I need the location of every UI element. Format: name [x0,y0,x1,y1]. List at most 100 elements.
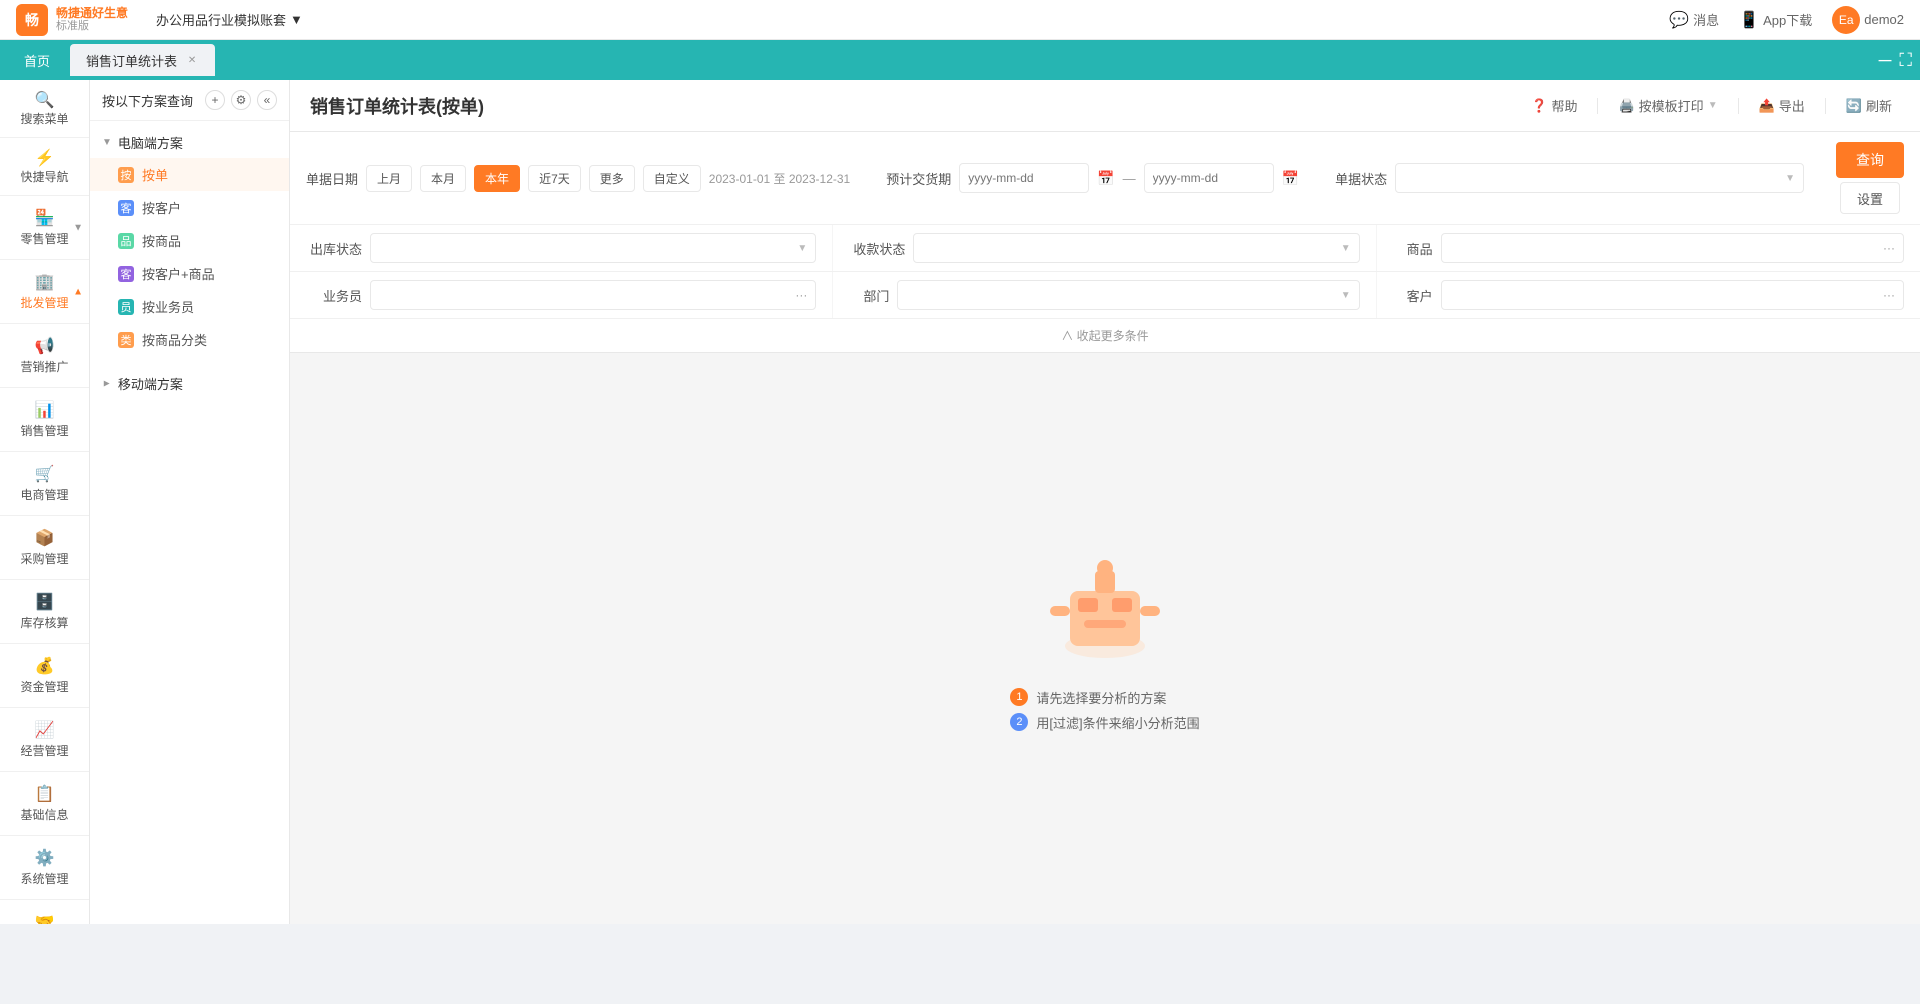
sidebar-quick-nav[interactable]: ⚡ 快捷导航 [0,138,89,196]
calendar-start-icon[interactable]: 📅 [1097,170,1114,187]
tab-home-label: 首页 [24,51,50,70]
scheme-label-product: 按商品 [142,231,181,250]
department-select[interactable]: ▼ [897,280,1359,310]
payment-status-chevron-icon: ▼ [1341,243,1351,254]
export-btn[interactable]: 📤 导出 [1751,92,1813,119]
username: demo2 [1864,12,1904,27]
delivery-status-select[interactable]: ▼ [370,233,816,263]
scheme-group-mobile-title[interactable]: ▼ 移动端方案 [90,368,289,399]
page-title: 销售订单统计表(按单) [310,93,484,119]
customer-select[interactable]: ··· [1441,280,1904,310]
sidebar-quick-label: 快捷导航 [8,168,81,185]
sidebar-ecommerce-label: 电商管理 [8,486,81,503]
scheme-panel-actions: + ⚙ « [205,90,277,110]
scheme-group-pc-title[interactable]: ▼ 电脑端方案 [90,127,289,158]
collapse-label: ∧ 收起更多条件 [1061,327,1148,344]
date-label: 单据日期 [306,169,358,188]
sidebar-item-inventory[interactable]: 🗄️ 库存核算 [0,580,89,644]
sidebar-retail-arrow: ▼ [73,222,83,233]
user-avatar-btn[interactable]: Ea demo2 [1832,6,1904,34]
product-select[interactable]: ··· [1441,233,1904,263]
sidebar-item-ecommerce[interactable]: 🛒 电商管理 [0,452,89,516]
tab-minimize-icon[interactable]: ─ [1879,50,1892,71]
scheme-item-by-salesperson[interactable]: 员 按业务员 [90,290,289,323]
divider1 [1597,98,1598,114]
collapse-row[interactable]: ∧ 收起更多条件 [290,319,1920,353]
tab-close-icon[interactable]: ✕ [185,53,199,67]
date-separator: — [1123,171,1136,186]
tab-sales-order-stats[interactable]: 销售订单统计表 ✕ [70,44,215,76]
order-status-select[interactable]: ▼ [1395,163,1804,193]
page-title-row: 销售订单统计表(按单) ❓ 帮助 🖨️ 按模板打印 ▼ [310,92,1900,119]
refresh-btn[interactable]: 🔄 刷新 [1838,92,1900,119]
date-filter-group: 单据日期 上月 本月 本年 近7天 更多 自定义 2023-01-01 至 20… [306,165,850,192]
filter-row-1: 单据日期 上月 本月 本年 近7天 更多 自定义 2023-01-01 至 20… [290,132,1920,225]
scheme-item-by-customer[interactable]: 客 按客户 [90,191,289,224]
date-btn-more[interactable]: 更多 [589,165,635,192]
message-btn[interactable]: 💬 消息 [1669,10,1719,30]
sidebar-item-enterprise[interactable]: 🤝 企业协同 [0,900,89,924]
order-status-chevron-icon: ▼ [1785,173,1795,184]
scheme-group-mobile: ▼ 移动端方案 [90,362,289,405]
help-btn[interactable]: ❓ 帮助 [1523,92,1585,119]
scheme-group-mobile-arrow-icon: ▼ [101,379,112,389]
date-btn-this-month[interactable]: 本月 [420,165,466,192]
brand-name: 畅捷通好生意 [56,6,128,20]
app-download-btn[interactable]: 📱 App下载 [1739,10,1812,30]
delivery-status-label: 出库状态 [306,239,362,258]
scheme-icon-order: 按 [118,167,134,183]
scheme-item-by-product-category[interactable]: 类 按商品分类 [90,323,289,356]
sidebar-item-retail[interactable]: 🏪 零售管理 ▼ [0,196,89,260]
department-cell: 部门 ▼ [833,272,1376,318]
payment-status-select[interactable]: ▼ [913,233,1359,263]
date-btn-this-year[interactable]: 本年 [474,165,520,192]
sidebar-item-wholesale[interactable]: 🏢 批发管理 ▲ [0,260,89,324]
tab-maximize-icon[interactable]: ⛶ [1899,50,1912,71]
sidebar-item-system[interactable]: ⚙️ 系统管理 [0,836,89,900]
date-btn-last-month[interactable]: 上月 [366,165,412,192]
scheme-item-by-product[interactable]: 品 按商品 [90,224,289,257]
date-btn-custom[interactable]: 自定义 [643,165,701,192]
sidebar-item-purchase[interactable]: 📦 采购管理 [0,516,89,580]
salesperson-select[interactable]: ··· [370,280,816,310]
header-left: 畅 畅捷通好生意 标准版 办公用品行业模拟账套 ▼ [16,4,303,36]
sidebar-item-finance[interactable]: 💰 资金管理 [0,644,89,708]
tip-1-text: 请先选择要分析的方案 [1036,688,1166,707]
query-btn[interactable]: 查询 [1836,142,1904,178]
scheme-collapse-btn[interactable]: « [257,90,277,110]
main-layout: 🔍 搜索菜单 ⚡ 快捷导航 🏪 零售管理 ▼ 🏢 批发管理 ▲ 📢 营销推广 📊… [0,80,1920,924]
expected-date-start-input[interactable] [959,163,1089,193]
collapse-btn[interactable]: ∧ 收起更多条件 [1061,327,1148,344]
sidebar-item-marketing[interactable]: 📢 营销推广 [0,324,89,388]
divider2 [1738,98,1739,114]
brand-subtitle: 标准版 [56,20,128,33]
product-dots[interactable]: ··· [1883,241,1895,255]
empty-illustration-wrapper [1040,546,1170,676]
sidebar: 🔍 搜索菜单 ⚡ 快捷导航 🏪 零售管理 ▼ 🏢 批发管理 ▲ 📢 营销推广 📊… [0,80,90,924]
expected-date-end-input[interactable] [1144,163,1274,193]
customer-dots[interactable]: ··· [1883,288,1895,302]
template-print-btn[interactable]: 🖨️ 按模板打印 ▼ [1610,92,1725,119]
workspace-label: 办公用品行业模拟账套 [156,10,286,29]
sidebar-system-label: 系统管理 [8,870,81,887]
scheme-settings-btn[interactable]: ⚙ [231,90,251,110]
scheme-add-btn[interactable]: + [205,90,225,110]
settings-btn[interactable]: 设置 [1840,182,1900,214]
scheme-group-mobile-label: 移动端方案 [118,374,183,393]
tab-home[interactable]: 首页 [8,44,66,76]
salesperson-cell: 业务员 ··· [290,272,833,318]
workspace-selector[interactable]: 办公用品行业模拟账套 ▼ [156,10,303,29]
sidebar-item-basic-info[interactable]: 📋 基础信息 [0,772,89,836]
right-content: 销售订单统计表(按单) ❓ 帮助 🖨️ 按模板打印 ▼ [290,80,1920,924]
date-btn-last-7-days[interactable]: 近7天 [528,165,581,192]
help-icon: ❓ [1531,98,1547,114]
scheme-item-by-customer-product[interactable]: 客 按客户+商品 [90,257,289,290]
sidebar-item-sales-mgmt[interactable]: 📊 销售管理 [0,388,89,452]
customer-label: 客户 [1393,286,1433,305]
sidebar-search[interactable]: 🔍 搜索菜单 [0,80,89,138]
content-area: 按以下方案查询 + ⚙ « ▼ 电脑端方案 按 按单 客 按客户 [90,80,1920,924]
scheme-item-by-order[interactable]: 按 按单 [90,158,289,191]
salesperson-dots[interactable]: ··· [795,288,807,302]
sidebar-item-operations[interactable]: 📈 经营管理 [0,708,89,772]
calendar-end-icon[interactable]: 📅 [1282,170,1299,187]
